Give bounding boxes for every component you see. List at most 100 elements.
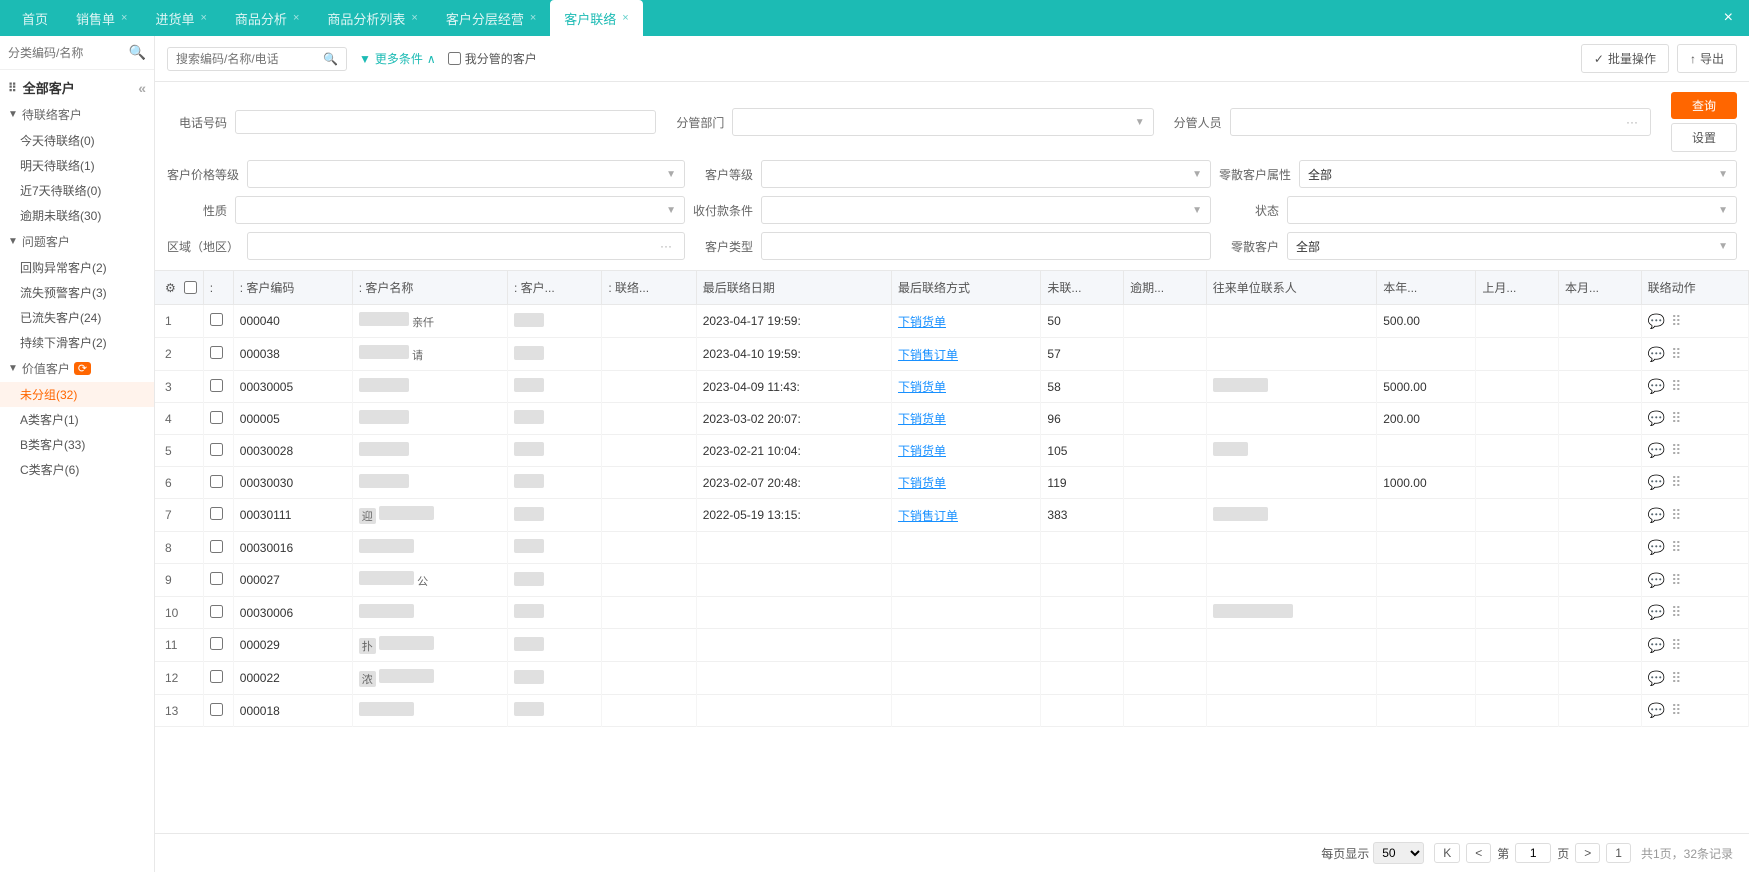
filter-status-select[interactable]: ▼ [1287, 196, 1737, 224]
row-checkbox[interactable] [210, 411, 223, 424]
row-checkbox[interactable] [210, 572, 223, 585]
filter-more-conditions[interactable]: ▼ 更多条件 ∧ [359, 50, 436, 67]
more-action-icon[interactable]: ⠿ [1671, 572, 1681, 589]
filter-gender-select[interactable]: ▼ [235, 196, 685, 224]
filter-region-select[interactable]: ··· [247, 232, 685, 260]
filter-retail-attr-select[interactable]: 全部 ▼ [1299, 160, 1737, 188]
row-checkbox[interactable] [210, 670, 223, 683]
filter-retail-customer-select[interactable]: 全部 ▼ [1287, 232, 1737, 260]
tab-customer-segment[interactable]: 客户分层经营 × [432, 0, 550, 36]
tab-contact-close[interactable]: × [622, 12, 628, 24]
row-checkbox[interactable] [210, 637, 223, 650]
filter-manager-select[interactable]: ··· [1230, 108, 1651, 136]
more-action-icon[interactable]: ⠿ [1671, 474, 1681, 491]
sidebar-7day-pending[interactable]: 近7天待联络(0) [0, 178, 154, 203]
contact-icon[interactable]: 💬 [1648, 410, 1665, 427]
sidebar-churn-warning[interactable]: 流失预警客户(3) [0, 280, 154, 305]
more-action-icon[interactable]: ⠿ [1671, 637, 1681, 654]
tab-purchase-close[interactable]: × [200, 12, 206, 24]
query-btn[interactable]: 查询 [1671, 92, 1737, 119]
filter-phone-input[interactable] [235, 110, 656, 134]
row-checkbox[interactable] [210, 540, 223, 553]
row-checkbox[interactable] [210, 443, 223, 456]
row-checkbox[interactable] [210, 313, 223, 326]
tab-home[interactable]: 首页 [8, 0, 62, 36]
contact-icon[interactable]: 💬 [1648, 637, 1665, 654]
filter-department-select[interactable]: ▼ [732, 108, 1153, 136]
more-action-icon[interactable]: ⠿ [1671, 313, 1681, 330]
more-action-icon[interactable]: ⠿ [1671, 410, 1681, 427]
contact-icon[interactable]: 💬 [1648, 572, 1665, 589]
my-customers-checkbox[interactable]: 我分管的客户 [448, 50, 537, 67]
sidebar-a-customers[interactable]: A类客户(1) [0, 407, 154, 432]
contact-icon[interactable]: 💬 [1648, 378, 1665, 395]
sidebar-churned[interactable]: 已流失客户(24) [0, 305, 154, 330]
sidebar-search-input[interactable] [8, 46, 129, 60]
contact-icon[interactable]: 💬 [1648, 313, 1665, 330]
filter-price-level-select[interactable]: ▼ [247, 160, 685, 188]
filter-payment-select[interactable]: ▼ [761, 196, 1211, 224]
settings-icon[interactable]: ⚙ [165, 281, 176, 295]
sidebar-tomorrow-pending[interactable]: 明天待联络(1) [0, 153, 154, 178]
tab-product-list-close[interactable]: × [411, 12, 417, 24]
tab-bar-close-btn[interactable]: × [1716, 9, 1741, 27]
tab-sales-close[interactable]: × [121, 12, 127, 24]
more-action-icon[interactable]: ⠿ [1671, 604, 1681, 621]
more-action-icon[interactable]: ⠿ [1671, 539, 1681, 556]
reset-btn[interactable]: 设置 [1671, 123, 1737, 152]
sidebar-b-customers[interactable]: B类客户(33) [0, 432, 154, 457]
contact-icon[interactable]: 💬 [1648, 474, 1665, 491]
tab-customer-contact[interactable]: 客户联络 × [550, 0, 642, 36]
contact-icon[interactable]: 💬 [1648, 539, 1665, 556]
region-dots[interactable]: ··· [656, 239, 676, 253]
sidebar-overdue-pending[interactable]: 逾期未联络(30) [0, 203, 154, 228]
more-action-icon[interactable]: ⠿ [1671, 346, 1681, 363]
filter-search-input[interactable] [176, 52, 323, 66]
sidebar-problem-customers-group[interactable]: ▼ 问题客户 [0, 228, 154, 255]
prev-page-btn[interactable]: < [1466, 843, 1491, 863]
first-page-btn[interactable]: K [1434, 843, 1460, 863]
row-checkbox[interactable] [210, 703, 223, 716]
sidebar-c-customers[interactable]: C类客户(6) [0, 457, 154, 482]
row-checkbox[interactable] [210, 605, 223, 618]
contact-icon[interactable]: 💬 [1648, 442, 1665, 459]
contact-icon[interactable]: 💬 [1648, 702, 1665, 719]
export-btn[interactable]: ↑ 导出 [1677, 44, 1737, 73]
page-size-select[interactable]: 50 20 100 [1373, 842, 1424, 864]
contact-icon[interactable]: 💬 [1648, 604, 1665, 621]
select-all-checkbox[interactable] [184, 281, 197, 294]
page-number-input[interactable] [1515, 843, 1551, 863]
tab-sales[interactable]: 销售单 × [62, 0, 141, 36]
next-page-btn[interactable]: > [1575, 843, 1600, 863]
sidebar-repurchase-abnormal[interactable]: 回购异常客户(2) [0, 255, 154, 280]
filter-customer-level-select[interactable]: ▼ [761, 160, 1211, 188]
more-action-icon[interactable]: ⠿ [1671, 702, 1681, 719]
row-checkbox[interactable] [210, 475, 223, 488]
sidebar-pending-contact-group[interactable]: ▼ 待联络客户 [0, 101, 154, 128]
row-checkbox[interactable] [210, 507, 223, 520]
sidebar-all-customers[interactable]: ⠿ 全部客户 « [0, 70, 154, 101]
tab-product-analysis[interactable]: 商品分析 × [221, 0, 313, 36]
more-action-icon[interactable]: ⠿ [1671, 507, 1681, 524]
contact-icon[interactable]: 💬 [1648, 507, 1665, 524]
more-action-icon[interactable]: ⠿ [1671, 378, 1681, 395]
contact-icon[interactable]: 💬 [1648, 670, 1665, 687]
tab-product-analysis-list[interactable]: 商品分析列表 × [313, 0, 431, 36]
manager-dots[interactable]: ··· [1622, 115, 1642, 129]
row-checkbox[interactable] [210, 379, 223, 392]
tab-purchase[interactable]: 进货单 × [141, 0, 220, 36]
batch-operation-btn[interactable]: ✓ 批量操作 [1581, 44, 1669, 73]
more-action-icon[interactable]: ⠿ [1671, 670, 1681, 687]
sidebar-value-customers-group[interactable]: ▼ 价值客户 ⟳ [0, 355, 154, 382]
more-action-icon[interactable]: ⠿ [1671, 442, 1681, 459]
sidebar-ungrouped[interactable]: 未分组(32) [0, 382, 154, 407]
my-customers-check[interactable] [448, 52, 461, 65]
row-checkbox[interactable] [210, 346, 223, 359]
tab-segment-close[interactable]: × [530, 12, 536, 24]
last-page-btn[interactable]: 1 [1606, 843, 1631, 863]
sidebar-today-pending[interactable]: 今天待联络(0) [0, 128, 154, 153]
tab-product-analysis-close[interactable]: × [293, 12, 299, 24]
filter-customer-type-select[interactable] [761, 232, 1211, 260]
sidebar-collapse-btn[interactable]: « [138, 80, 146, 96]
contact-icon[interactable]: 💬 [1648, 346, 1665, 363]
